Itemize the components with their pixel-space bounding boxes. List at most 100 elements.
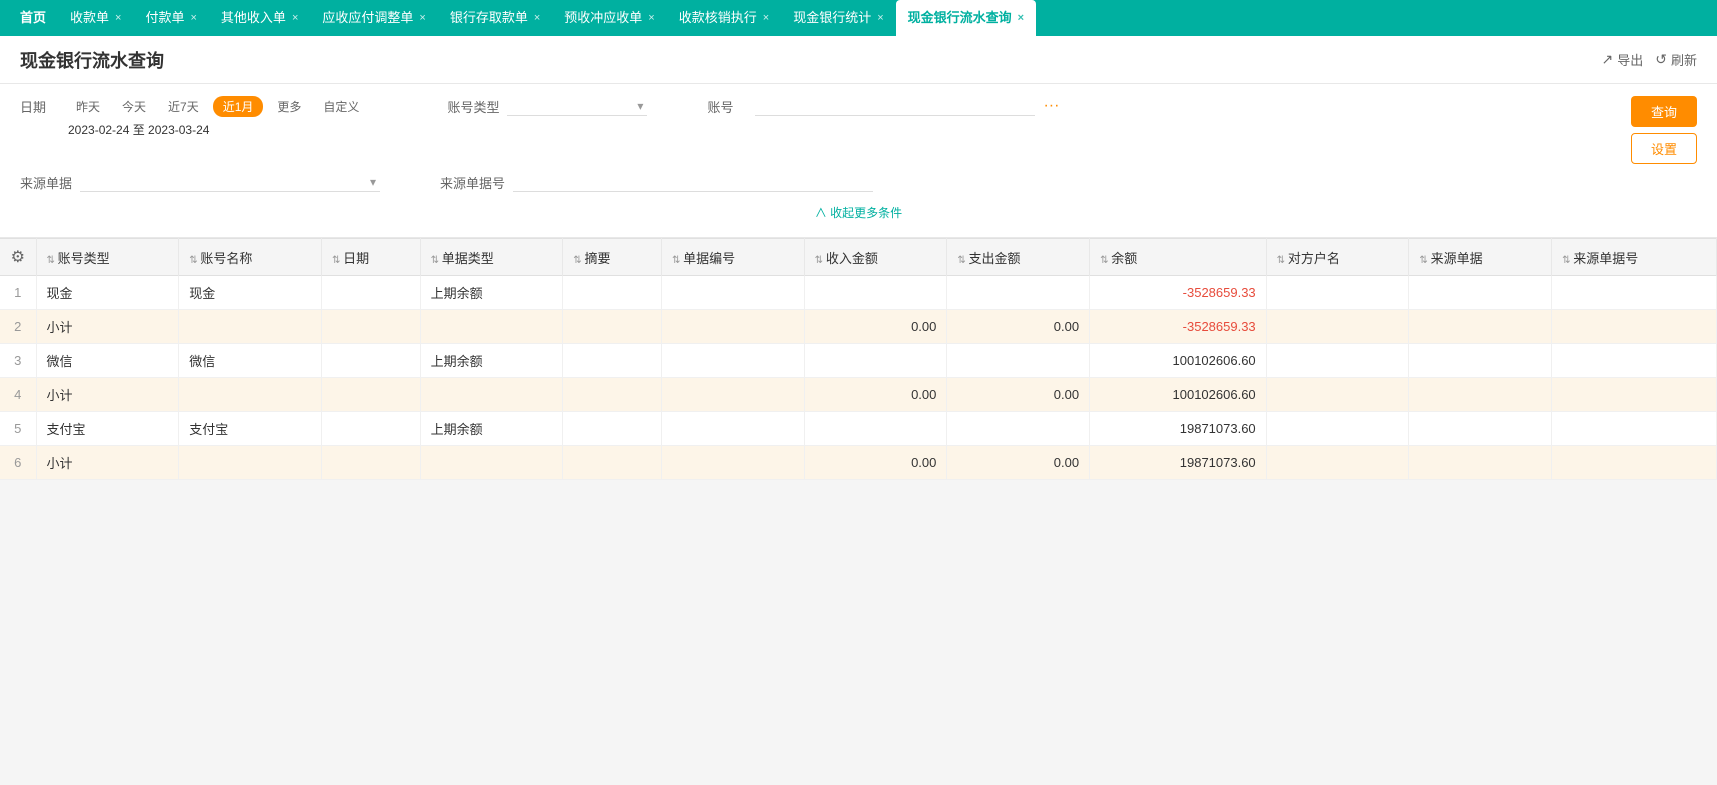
cell-expense: 0.00 — [947, 310, 1090, 344]
nav-bank-flow-close[interactable]: × — [1018, 0, 1024, 36]
cell-row-num: 5 — [0, 412, 36, 446]
date-today[interactable]: 今天 — [114, 96, 154, 117]
nav-prepay-close[interactable]: × — [648, 0, 654, 36]
nav-home[interactable]: 首页 — [8, 0, 58, 36]
sort-icon-source-doc-no: ⇅ — [1562, 255, 1573, 266]
source-doc-select[interactable] — [80, 172, 380, 192]
col-source-doc-no[interactable]: ⇅ 来源单据号 — [1552, 239, 1717, 276]
col-expense-label: 支出金额 — [969, 251, 1021, 266]
nav-bank-deposit-close[interactable]: × — [534, 0, 540, 36]
col-source-doc[interactable]: ⇅ 来源单据 — [1409, 239, 1552, 276]
col-income[interactable]: ⇅ 收入金额 — [804, 239, 947, 276]
cell-account-name — [179, 310, 322, 344]
col-account-name-label: 账号名称 — [200, 251, 252, 266]
cell-source-doc-no — [1552, 344, 1717, 378]
cell-balance: 100102606.60 — [1090, 378, 1267, 412]
cell-balance: 19871073.60 — [1090, 446, 1267, 480]
cell-expense — [947, 412, 1090, 446]
collapse-bar[interactable]: ∧ 收起更多条件 — [20, 200, 1697, 225]
table-row: 5 支付宝 支付宝 上期余额 19871073.60 — [0, 412, 1717, 446]
cell-doc-type: 上期余额 — [420, 412, 563, 446]
nav-collection[interactable]: 收款核销执行 × — [667, 0, 781, 36]
col-summary-label: 摘要 — [584, 251, 610, 266]
date-custom[interactable]: 自定义 — [315, 96, 367, 117]
col-date[interactable]: ⇅ 日期 — [321, 239, 420, 276]
nav-adjust-label: 应收应付调整单 — [322, 0, 413, 36]
col-summary[interactable]: ⇅ 摘要 — [563, 239, 662, 276]
nav-bank-stats-close[interactable]: × — [877, 0, 883, 36]
nav-receipts-close[interactable]: × — [115, 0, 121, 36]
nav-collection-label: 收款核销执行 — [679, 0, 757, 36]
nav-adjust[interactable]: 应收应付调整单 × — [310, 0, 437, 36]
main-table: ⚙ ⇅ 账号类型 ⇅ 账号名称 ⇅ 日期 ⇅ 单据类型 — [0, 238, 1717, 480]
nav-bank-stats[interactable]: 现金银行统计 × — [781, 0, 895, 36]
cell-source-doc — [1409, 412, 1552, 446]
refresh-button[interactable]: ↺ 刷新 — [1655, 50, 1697, 69]
cell-date — [321, 344, 420, 378]
cell-counterparty — [1266, 446, 1409, 480]
page-header: 现金银行流水查询 ↗ 导出 ↺ 刷新 — [0, 36, 1717, 84]
col-account-name[interactable]: ⇅ 账号名称 — [179, 239, 322, 276]
date-yesterday[interactable]: 昨天 — [68, 96, 108, 117]
cell-doc-type — [420, 446, 563, 480]
nav-other-income[interactable]: 其他收入单 × — [209, 0, 310, 36]
settings-button[interactable]: 设置 — [1631, 133, 1697, 164]
nav-payments[interactable]: 付款单 × — [133, 0, 208, 36]
col-doc-type[interactable]: ⇅ 单据类型 — [420, 239, 563, 276]
gear-icon[interactable]: ⚙ — [11, 249, 25, 266]
cell-row-num: 3 — [0, 344, 36, 378]
cell-date — [321, 310, 420, 344]
date-more[interactable]: 更多 — [269, 96, 309, 117]
refresh-icon: ↺ — [1655, 51, 1667, 68]
cell-balance: -3528659.33 — [1090, 310, 1267, 344]
query-button[interactable]: 查询 — [1631, 96, 1697, 127]
col-gear[interactable]: ⚙ — [0, 239, 36, 276]
cell-doc-type: 上期余额 — [420, 276, 563, 310]
cell-expense: 0.00 — [947, 446, 1090, 480]
source-doc-num-input[interactable] — [513, 172, 873, 192]
cell-source-doc — [1409, 446, 1552, 480]
nav-collection-close[interactable]: × — [763, 0, 769, 36]
cell-summary — [563, 446, 662, 480]
nav-payments-label: 付款单 — [145, 0, 184, 36]
cell-source-doc-no — [1552, 446, 1717, 480]
cell-doc-no — [661, 412, 804, 446]
cell-balance: -3528659.33 — [1090, 276, 1267, 310]
date-1month[interactable]: 近1月 — [213, 96, 264, 117]
cell-account-type: 现金 — [36, 276, 179, 310]
cell-date — [321, 378, 420, 412]
account-input[interactable] — [755, 96, 1035, 116]
cell-date — [321, 446, 420, 480]
col-date-label: 日期 — [343, 251, 369, 266]
nav-other-income-close[interactable]: × — [292, 0, 298, 36]
cell-expense: 0.00 — [947, 378, 1090, 412]
cell-account-name: 现金 — [179, 276, 322, 310]
source-doc-select-wrapper — [80, 172, 380, 192]
nav-bank-deposit[interactable]: 银行存取款单 × — [438, 0, 552, 36]
nav-bank-flow[interactable]: 现金银行流水查询 × — [896, 0, 1036, 36]
table-row: 3 微信 微信 上期余额 100102606.60 — [0, 344, 1717, 378]
sort-icon-income: ⇅ — [815, 255, 826, 266]
date-7days[interactable]: 近7天 — [160, 96, 207, 117]
cell-summary — [563, 378, 662, 412]
nav-receipts[interactable]: 收款单 × — [58, 0, 133, 36]
export-button[interactable]: ↗ 导出 — [1602, 50, 1644, 69]
date-range-display: 2023-02-24 至 2023-03-24 — [68, 123, 209, 137]
cell-row-num: 2 — [0, 310, 36, 344]
nav-payments-close[interactable]: × — [190, 0, 196, 36]
nav-prepay[interactable]: 预收冲应收单 × — [552, 0, 666, 36]
cell-date — [321, 412, 420, 446]
account-type-select[interactable]: 现金 微信 支付宝 — [507, 96, 647, 116]
col-expense[interactable]: ⇅ 支出金额 — [947, 239, 1090, 276]
nav-adjust-close[interactable]: × — [419, 0, 425, 36]
cell-account-name: 支付宝 — [179, 412, 322, 446]
cell-account-name: 微信 — [179, 344, 322, 378]
account-dots-button[interactable]: ··· — [1043, 97, 1059, 115]
col-account-type[interactable]: ⇅ 账号类型 — [36, 239, 179, 276]
col-balance[interactable]: ⇅ 余额 — [1090, 239, 1267, 276]
col-doc-no[interactable]: ⇅ 单据编号 — [661, 239, 804, 276]
cell-source-doc — [1409, 310, 1552, 344]
col-counterparty[interactable]: ⇅ 对方户名 — [1266, 239, 1409, 276]
nav-bank-flow-label: 现金银行流水查询 — [908, 0, 1012, 36]
nav-prepay-label: 预收冲应收单 — [564, 0, 642, 36]
